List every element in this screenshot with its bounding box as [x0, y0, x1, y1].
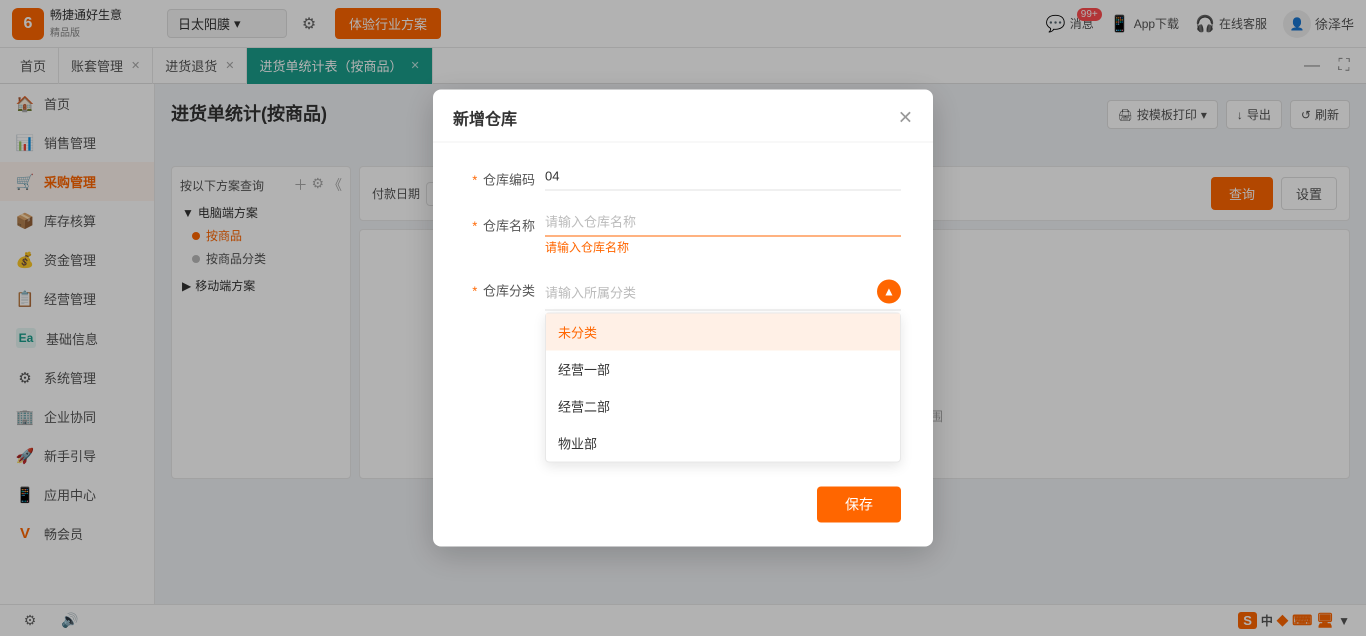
code-row: * 仓库编码 — [465, 163, 901, 191]
category-placeholder: 请输入所属分类 — [545, 282, 636, 301]
code-input[interactable] — [545, 163, 901, 191]
add-warehouse-dialog: 新增仓库 ✕ * 仓库编码 * 仓库名称 请输入仓库名称 — [433, 90, 933, 547]
dialog-body: * 仓库编码 * 仓库名称 请输入仓库名称 * 仓库分类 — [433, 143, 933, 327]
category-dropdown-arrow[interactable]: ▲ — [877, 280, 901, 304]
required-star: * — [472, 173, 477, 188]
dropdown-item-dept2[interactable]: 经营二部 — [546, 388, 900, 425]
dialog-header: 新增仓库 ✕ — [433, 90, 933, 143]
name-error-msg: 请输入仓库名称 — [545, 239, 901, 256]
code-input-wrap — [545, 163, 901, 191]
category-input-wrap: 请输入所属分类 ▲ 未分类 经营一部 经营二部 物业部 — [545, 274, 901, 311]
code-label: * 仓库编码 — [465, 163, 545, 189]
category-row: * 仓库分类 请输入所属分类 ▲ 未分类 经营一部 经营二部 物业部 — [465, 274, 901, 311]
category-dropdown-menu: 未分类 经营一部 经营二部 物业部 — [545, 313, 901, 463]
dialog-footer: 保存 — [433, 487, 933, 523]
name-input[interactable] — [545, 209, 901, 237]
dropdown-item-unclassified[interactable]: 未分类 — [546, 314, 900, 351]
dialog-close-button[interactable]: ✕ — [898, 109, 913, 127]
name-row: * 仓库名称 请输入仓库名称 — [465, 209, 901, 256]
dialog-title: 新增仓库 — [453, 106, 517, 130]
save-button[interactable]: 保存 — [817, 487, 901, 523]
category-dropdown-trigger[interactable]: 请输入所属分类 ▲ — [545, 274, 901, 311]
category-label: * 仓库分类 — [465, 274, 545, 300]
name-label: * 仓库名称 — [465, 209, 545, 235]
name-input-wrap: 请输入仓库名称 — [545, 209, 901, 256]
required-star-name: * — [472, 219, 477, 234]
dropdown-item-dept1[interactable]: 经营一部 — [546, 351, 900, 388]
dropdown-item-dept3[interactable]: 物业部 — [546, 425, 900, 462]
required-star-cat: * — [472, 284, 477, 299]
